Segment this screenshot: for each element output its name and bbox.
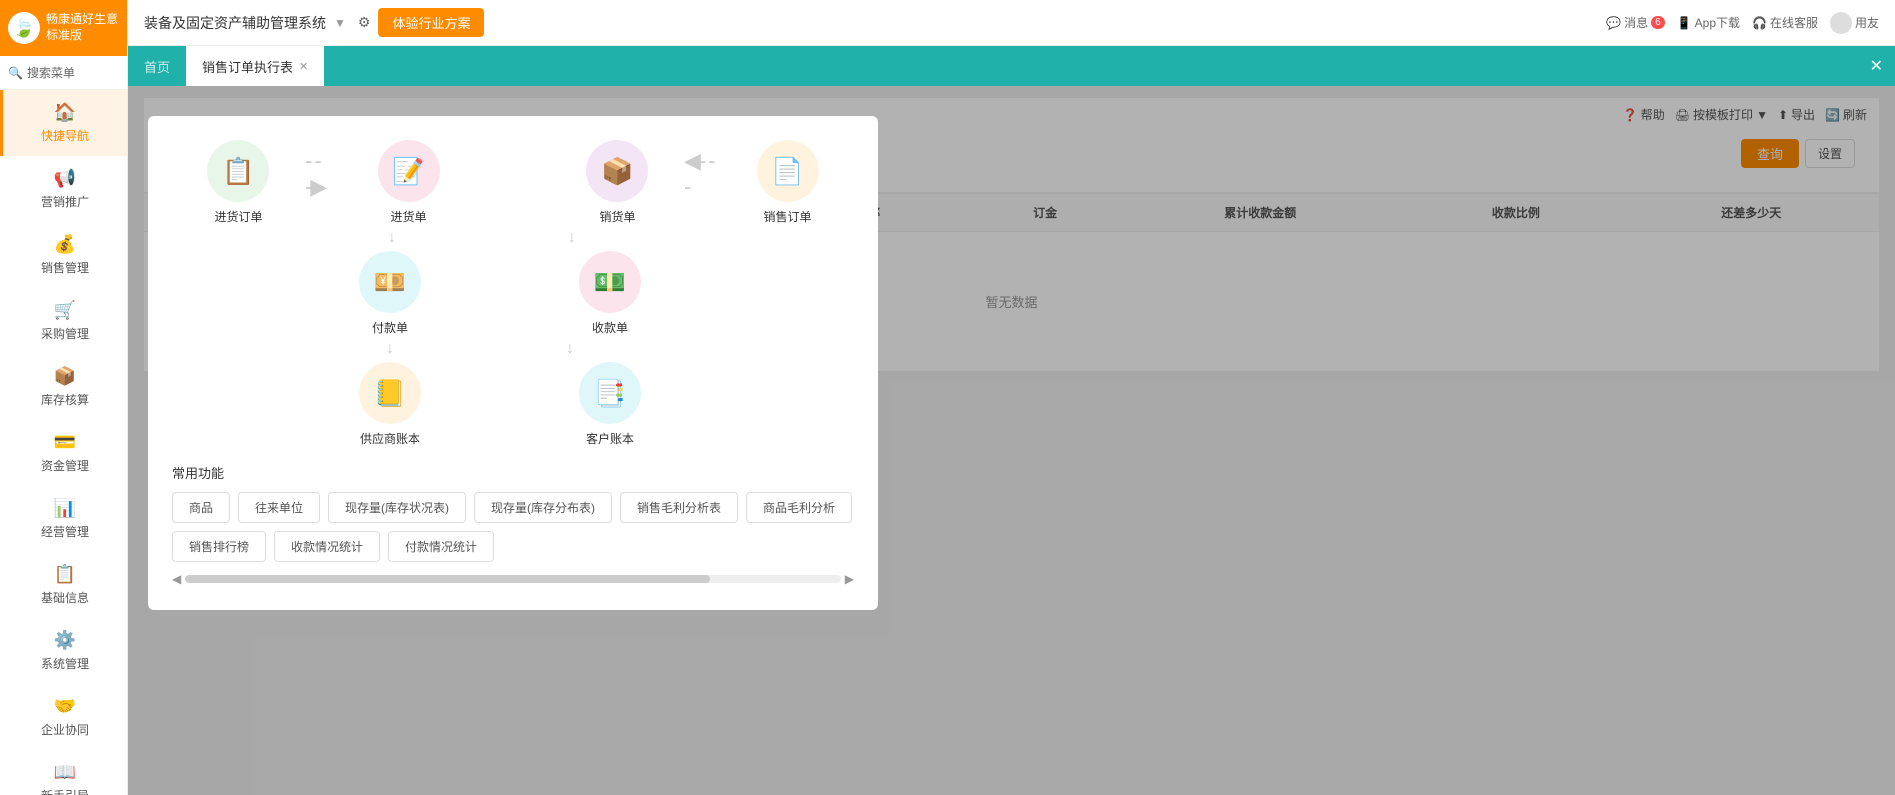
func-btn-4[interactable]: 销售毛利分析表 [620,492,738,523]
main-content: 装备及固定资产辅助管理系统 ▼ ⚙ 体验行业方案 💬 消息 6 📱 App下载 … [128,0,1895,795]
scrollbar-thumb [185,575,709,583]
logo-icon: 🍃 [8,12,40,44]
sidebar-nav: 🏠 快捷导航 📢 营销推广 💰 销售管理 🛒 采购管理 📦 库存核算 💳 [0,90,127,795]
dropdown-arrow[interactable]: ▼ [334,16,346,30]
flow-row-3: 📒 供应商账本 📑 客户账本 [172,362,854,447]
avatar [1830,12,1852,34]
purchase-order-icon: 📋 [207,140,269,202]
sidebar-item-finance[interactable]: 💳 资金管理 [0,420,127,486]
flow-node-receipt[interactable]: 💵 收款单 [540,251,680,336]
function-buttons: 商品 往来单位 现存量(库存状况表) 现存量(库存分布表) 销售毛利分析表 商品… [172,492,854,523]
flow-node-purchase-order[interactable]: 📋 进货订单 [172,140,305,225]
flow-node-purchase-receipt[interactable]: 📝 进货单 [342,140,475,225]
func-btn-8[interactable]: 付款情况统计 [388,531,494,562]
purchase-receipt-icon: 📝 [378,140,440,202]
sidebar-item-guide[interactable]: 📖 新手引导 [0,750,127,795]
marketing-icon: 📢 [54,168,76,189]
sidebar-item-system[interactable]: ⚙️ 系统管理 [0,618,127,684]
operation-icon: 📊 [54,498,76,519]
search-icon: 🔍 [8,66,23,80]
func-btn-3[interactable]: 现存量(库存分布表) [474,492,612,523]
func-btn-2[interactable]: 现存量(库存状况表) [328,492,466,523]
settings-icon[interactable]: ⚙ [358,14,371,31]
basic-info-icon: 📋 [54,564,76,585]
func-btn-1[interactable]: 往来单位 [238,492,320,523]
arrow-h-2: ◀- - - [684,148,721,200]
search-menu[interactable]: 🔍 搜索菜单 [0,56,127,90]
receipt-icon: 💵 [579,251,641,313]
message-btn[interactable]: 💬 消息 6 [1606,14,1665,31]
sales-order-icon: 📦 [586,140,648,202]
tab-close-icon[interactable]: ✕ [299,60,308,73]
enterprise-icon: 🤝 [54,696,76,717]
sidebar-item-enterprise[interactable]: 🤝 企业协同 [0,684,127,750]
scrollbar-track[interactable] [185,575,841,583]
app-download-btn[interactable]: 📱 App下载 [1677,14,1740,31]
experience-btn[interactable]: 体验行业方案 [378,8,484,37]
tabbar-close-btn[interactable]: ✕ [1870,56,1883,76]
inventory-icon: 📦 [54,366,76,387]
func-btn-6[interactable]: 销售排行榜 [172,531,266,562]
func-btn-7[interactable]: 收款情况统计 [274,531,380,562]
logo-text: 畅康通好生意 标准版 [46,12,118,43]
purchase-icon: 🛒 [54,300,76,321]
topbar-actions: 💬 消息 6 📱 App下载 🎧 在线客服 用友 [1606,12,1879,34]
arrow-h-1: - - -▶ [305,148,342,200]
message-badge: 6 [1651,16,1665,29]
flow-row-1: 📋 进货订单 - - -▶ 📝 进 [172,140,854,225]
online-service-btn[interactable]: 🎧 在线客服 [1752,14,1818,31]
func-btn-5[interactable]: 商品毛利分析 [746,492,852,523]
home-icon: 🏠 [54,102,76,123]
tab-sales-order[interactable]: 销售订单执行表 ✕ [186,46,324,86]
flow-row-2: 💴 付款单 💵 收款单 [172,251,854,336]
flow-node-sales-order[interactable]: 📦 销货单 [551,140,684,225]
modal-overlay[interactable]: 📋 进货订单 - - -▶ 📝 进 [128,86,1895,795]
scroll-left-arrow[interactable]: ◀ [172,572,181,586]
func-btn-0[interactable]: 商品 [172,492,230,523]
payment-icon: 💴 [359,251,421,313]
flow-node-payment[interactable]: 💴 付款单 [320,251,460,336]
sidebar-item-quick-nav[interactable]: 🏠 快捷导航 [0,90,127,156]
message-icon: 💬 [1606,16,1621,30]
supplier-account-icon: 📒 [359,362,421,424]
sales-order-doc-icon: 📄 [757,140,819,202]
download-icon: 📱 [1677,16,1692,30]
sidebar-item-inventory[interactable]: 📦 库存核算 [0,354,127,420]
customer-account-icon: 📑 [579,362,641,424]
function-buttons-row2: 销售排行榜 收款情况统计 付款情况统计 [172,531,854,562]
arrow-down-row-2: ↓ ↓ [172,340,854,358]
sidebar-item-basic-info[interactable]: 📋 基础信息 [0,552,127,618]
app-logo: 🍃 畅康通好生意 标准版 [0,0,127,56]
page-content: ❓ 帮助 🖨 按模板打印 ▼ ⬆ 导出 🔄 刷新 [128,86,1895,795]
tabbar: 首页 销售订单执行表 ✕ ✕ [128,46,1895,86]
guide-icon: 📖 [54,762,76,783]
sidebar-item-sales[interactable]: 💰 销售管理 [0,222,127,288]
system-icon: ⚙️ [54,630,76,651]
common-functions-title: 常用功能 [172,463,854,482]
common-functions: 常用功能 商品 往来单位 现存量(库存状况表) 现存量(库存分布表) 销售毛利分… [172,463,854,562]
topbar: 装备及固定资产辅助管理系统 ▼ ⚙ 体验行业方案 💬 消息 6 📱 App下载 … [128,0,1895,46]
modal-scrollbar: ◀ ▶ [172,572,854,586]
flow-node-sales-order-doc[interactable]: 📄 销售订单 [721,140,854,225]
system-title: 装备及固定资产辅助管理系统 [144,13,326,33]
modal-box: 📋 进货订单 - - -▶ 📝 进 [148,116,878,610]
flow-node-supplier-account[interactable]: 📒 供应商账本 [320,362,460,447]
sidebar-item-operation[interactable]: 📊 经营管理 [0,486,127,552]
sales-icon: 💰 [54,234,76,255]
sidebar: 🍃 畅康通好生意 标准版 🔍 搜索菜单 🏠 快捷导航 📢 营销推广 💰 销售管理 [0,0,128,795]
topbar-left: 装备及固定资产辅助管理系统 ▼ ⚙ 体验行业方案 [144,8,484,37]
tab-home[interactable]: 首页 [128,46,186,86]
sidebar-item-purchase[interactable]: 🛒 采购管理 [0,288,127,354]
service-icon: 🎧 [1752,16,1767,30]
sidebar-item-marketing[interactable]: 📢 营销推广 [0,156,127,222]
finance-icon: 💳 [54,432,76,453]
flow-node-customer-account[interactable]: 📑 客户账本 [540,362,680,447]
user-btn[interactable]: 用友 [1830,12,1879,34]
arrow-down-row: ↓ ↓ [172,229,854,247]
scroll-right-arrow[interactable]: ▶ [845,572,854,586]
